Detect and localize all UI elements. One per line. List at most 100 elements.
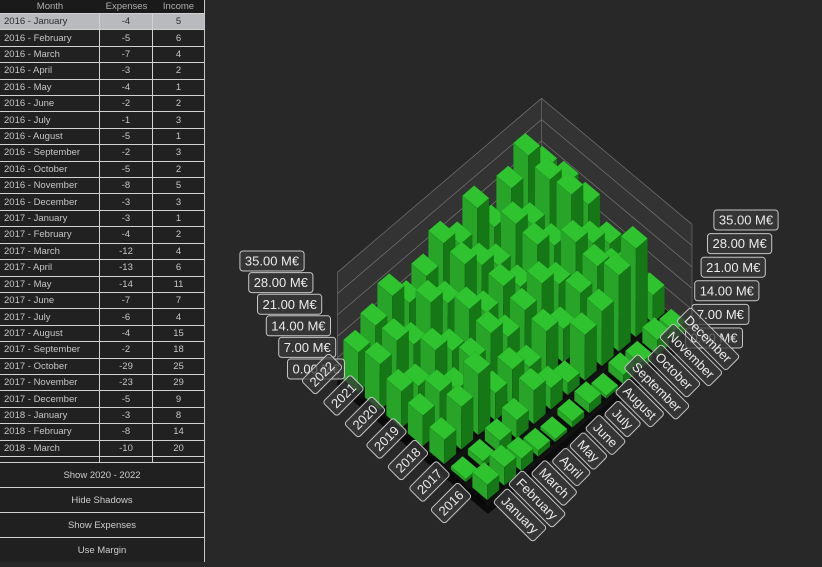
row-month: 2016 - June <box>0 96 100 112</box>
row-expenses: -8 <box>100 178 153 194</box>
row-income: 2 <box>175 98 182 110</box>
row-month: 2016 - November <box>0 178 100 194</box>
row-income: 2 <box>175 229 182 241</box>
sidebar: Month Expenses Income 2016 - January -4 5 2… <box>0 0 205 563</box>
value-label-right-3: 21.00 M€ <box>700 256 766 278</box>
row-income: 5 <box>175 180 182 192</box>
row-income: 6 <box>175 262 182 274</box>
svg-text:28.00 M€: 28.00 M€ <box>254 275 309 290</box>
row-expenses: -6 <box>100 309 153 325</box>
row-income: 20 <box>173 442 184 454</box>
row-expenses: -14 <box>100 276 153 292</box>
table-row[interactable]: 2017 - June -7 7 <box>0 292 204 310</box>
table-row[interactable]: 2017 - September -2 18 <box>0 342 204 359</box>
table-row[interactable]: 2016 - April -3 2 <box>0 63 204 80</box>
row-expenses: -23 <box>100 374 153 391</box>
table-row[interactable]: 2016 - October -5 2 <box>0 161 204 179</box>
value-label-left-5: 35.00 M€ <box>239 250 305 272</box>
row-income: 4 <box>175 311 182 323</box>
table-row[interactable]: 2017 - October -29 25 <box>0 358 204 375</box>
table-row[interactable]: 2017 - May -14 11 <box>0 276 204 293</box>
row-income: 4 <box>175 245 182 257</box>
row-month: 2018 - March <box>0 440 100 456</box>
table-row[interactable]: 2016 - June -2 2 <box>0 96 204 113</box>
row-expenses: -4 <box>100 79 153 96</box>
row-expenses: -5 <box>100 391 153 407</box>
row-month: 2017 - July <box>0 309 100 325</box>
row-month: 2017 - March <box>0 243 100 260</box>
chart-panel: 0.00 M€0.00 M€7.00 M€7.00 M€14.00 M€14.0… <box>205 0 822 562</box>
table-row[interactable]: 2017 - March -12 4 <box>0 243 204 261</box>
row-expenses: -3 <box>100 63 153 79</box>
row-month: 2017 - June <box>0 292 100 309</box>
column-header-income: Income <box>162 1 195 12</box>
show-years-button[interactable]: Show 2020 - 2022 <box>0 463 204 488</box>
row-expenses: -2 <box>100 96 153 112</box>
row-income: 15 <box>173 327 184 339</box>
row-expenses: -7 <box>100 292 153 309</box>
table-header: Month Expenses Income <box>0 0 204 14</box>
use-margin-button[interactable]: Use Margin <box>0 537 204 563</box>
column-header-month: Month <box>36 1 64 12</box>
table-row[interactable]: 2016 - February -5 6 <box>0 30 204 47</box>
table-row[interactable]: 2017 - July -6 4 <box>0 309 204 326</box>
row-expenses: -5 <box>100 161 153 178</box>
table-row[interactable]: 2016 - March -7 4 <box>0 46 204 64</box>
svg-text:7.00 M€: 7.00 M€ <box>697 307 745 322</box>
row-income: 3 <box>175 196 182 208</box>
row-income: 1 <box>175 213 182 225</box>
row-month: 2018 - January <box>0 407 100 424</box>
row-month: 2016 - October <box>0 161 100 178</box>
table-row[interactable]: 2017 - February -4 2 <box>0 227 204 244</box>
row-income: 11 <box>173 278 184 290</box>
row-income: 1 <box>175 131 182 143</box>
table-row[interactable]: 2016 - December -3 3 <box>0 194 204 211</box>
sidebar-buttons: Show 2020 - 2022 Hide Shadows Show Expen… <box>0 463 204 563</box>
income-3d-bar-chart: 0.00 M€0.00 M€7.00 M€7.00 M€14.00 M€14.0… <box>239 97 779 542</box>
row-month: 2016 - September <box>0 145 100 161</box>
table-row[interactable]: 2018 - January -3 8 <box>0 407 204 425</box>
row-income: 2 <box>175 65 182 77</box>
table-row[interactable]: 2016 - November -8 5 <box>0 178 204 195</box>
row-expenses: -7 <box>100 46 153 63</box>
row-month: 2017 - May <box>0 276 100 292</box>
table-row[interactable]: 2018 - February -8 14 <box>0 424 204 441</box>
row-month: 2017 - April <box>0 260 100 276</box>
table-row[interactable]: 2017 - November -23 29 <box>0 374 204 392</box>
value-label-right-2: 14.00 M€ <box>694 280 760 302</box>
row-month: 2016 - April <box>0 63 100 79</box>
row-income: 3 <box>175 114 182 126</box>
show-expenses-button[interactable]: Show Expenses <box>0 512 204 538</box>
table-row[interactable]: 2018 - March -10 20 <box>0 440 204 457</box>
row-income: 1 <box>175 81 182 93</box>
row-expenses: -3 <box>100 210 153 227</box>
row-income: 5 <box>175 16 182 28</box>
row-month: 2017 - August <box>0 325 100 342</box>
table-row[interactable]: 2016 - July -1 3 <box>0 112 204 129</box>
row-expenses: -5 <box>100 30 153 46</box>
row-income: 18 <box>173 344 184 356</box>
row-expenses: -5 <box>100 128 153 145</box>
table-row[interactable]: 2017 - January -3 1 <box>0 210 204 228</box>
row-expenses: -12 <box>100 243 153 260</box>
row-income: 29 <box>173 377 184 389</box>
value-label-left-2: 14.00 M€ <box>265 315 332 337</box>
table-row[interactable]: 2017 - April -13 6 <box>0 260 204 277</box>
table-row[interactable]: 2016 - January -4 5 <box>0 14 204 31</box>
table-row[interactable]: 2017 - August -4 15 <box>0 325 204 343</box>
row-month: 2016 - August <box>0 128 100 145</box>
row-income: 2 <box>175 163 182 175</box>
row-month: 2017 - January <box>0 210 100 227</box>
row-income: 14 <box>173 426 184 438</box>
column-header-expenses: Expenses <box>105 1 148 12</box>
value-label-left-4: 28.00 M€ <box>248 272 314 294</box>
row-month: 2017 - December <box>0 391 100 407</box>
table-body: 2016 - January -4 5 2016 - February -5 6 2016 … <box>0 14 204 457</box>
hide-shadows-button[interactable]: Hide Shadows <box>0 487 204 513</box>
table-row[interactable]: 2016 - August -5 1 <box>0 128 204 146</box>
table-row[interactable]: 2017 - December -5 9 <box>0 391 204 408</box>
row-month: 2016 - March <box>0 46 100 63</box>
table-row[interactable]: 2016 - May -4 1 <box>0 79 204 97</box>
table-row[interactable]: 2016 - September -2 3 <box>0 145 204 162</box>
row-income: 9 <box>175 393 182 405</box>
